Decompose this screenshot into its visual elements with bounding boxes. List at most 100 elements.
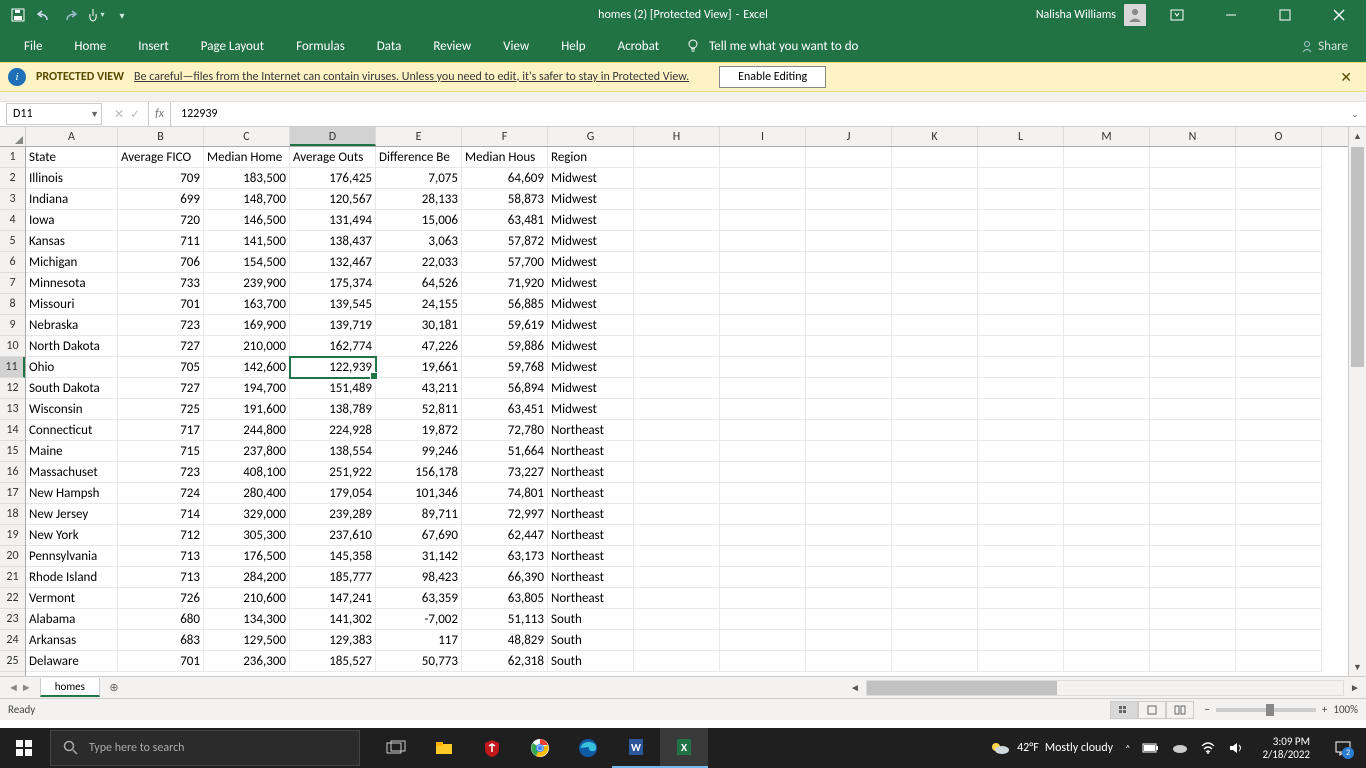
cell[interactable] [1150,567,1236,588]
cell[interactable] [1150,630,1236,651]
cell[interactable]: New Jersey [26,504,118,525]
cell[interactable]: Alabama [26,609,118,630]
cell[interactable]: 59,768 [462,357,548,378]
fx-icon[interactable]: fx [149,102,171,126]
cell[interactable] [1064,189,1150,210]
cell[interactable] [978,483,1064,504]
cell[interactable]: 717 [118,420,204,441]
cell[interactable]: 52,811 [376,399,462,420]
cell[interactable]: 191,600 [204,399,290,420]
cell[interactable] [1064,609,1150,630]
cell[interactable]: 99,246 [376,441,462,462]
vscroll-thumb[interactable] [1351,147,1364,367]
row-header[interactable]: 17 [0,483,25,504]
cell[interactable] [1064,168,1150,189]
ribbon-tab-review[interactable]: Review [417,31,487,62]
cell[interactable] [1236,336,1322,357]
cell[interactable]: 134,300 [204,609,290,630]
cell[interactable] [1150,231,1236,252]
cell[interactable] [806,525,892,546]
cell[interactable]: 50,773 [376,651,462,672]
cell[interactable]: 31,142 [376,546,462,567]
hscroll-left-icon[interactable]: ◄ [846,681,864,694]
cell[interactable] [978,189,1064,210]
cell[interactable]: 715 [118,441,204,462]
cell[interactable]: 239,289 [290,504,376,525]
cell[interactable] [634,462,720,483]
cell[interactable]: 709 [118,168,204,189]
col-header-M[interactable]: M [1064,127,1150,146]
cell[interactable] [1236,441,1322,462]
cell[interactable] [1236,525,1322,546]
cell[interactable] [978,546,1064,567]
cell[interactable] [634,483,720,504]
cell[interactable] [1064,630,1150,651]
cell[interactable] [634,210,720,231]
sheet-nav-prev-icon[interactable]: ◄ [8,681,19,694]
cell[interactable] [806,567,892,588]
cell[interactable] [892,168,978,189]
cell[interactable] [1064,399,1150,420]
cell[interactable] [634,546,720,567]
cell[interactable] [892,231,978,252]
ribbon-tab-help[interactable]: Help [545,31,601,62]
cell[interactable]: 47,226 [376,336,462,357]
chrome-icon[interactable] [516,728,564,768]
cell[interactable]: Rhode Island [26,567,118,588]
cell[interactable] [892,567,978,588]
cell[interactable] [1064,651,1150,672]
row-header[interactable]: 2 [0,168,25,189]
cell[interactable]: 64,609 [462,168,548,189]
cell[interactable]: 30,181 [376,315,462,336]
cell[interactable]: 711 [118,231,204,252]
cell[interactable] [1064,525,1150,546]
horizontal-scrollbar[interactable]: ◄ ► [846,680,1366,696]
cell[interactable] [1064,336,1150,357]
cell[interactable]: 122,939 [290,357,376,378]
cell[interactable] [1236,168,1322,189]
cell[interactable]: 284,200 [204,567,290,588]
cell[interactable] [720,273,806,294]
cell[interactable]: Delaware [26,651,118,672]
row-header[interactable]: 4 [0,210,25,231]
cell[interactable]: 169,900 [204,315,290,336]
cell[interactable] [1150,609,1236,630]
cell[interactable]: 72,997 [462,504,548,525]
cell[interactable]: Northeast [548,546,634,567]
cell[interactable] [1236,483,1322,504]
cell[interactable]: 3,063 [376,231,462,252]
cell[interactable]: 63,481 [462,210,548,231]
cell[interactable] [806,420,892,441]
start-button[interactable] [0,728,48,768]
wifi-icon[interactable] [1200,741,1216,755]
cell[interactable]: 15,006 [376,210,462,231]
cell[interactable] [720,399,806,420]
cell[interactable]: 713 [118,546,204,567]
cell[interactable] [806,462,892,483]
col-header-N[interactable]: N [1150,127,1236,146]
cell[interactable]: Midwest [548,189,634,210]
cell[interactable]: 98,423 [376,567,462,588]
cell[interactable] [1064,252,1150,273]
cell[interactable]: Midwest [548,315,634,336]
zoom-out-button[interactable]: − [1204,703,1209,716]
cell[interactable] [978,294,1064,315]
cell[interactable] [634,504,720,525]
cell[interactable] [806,441,892,462]
cell[interactable] [1064,231,1150,252]
minimize-button[interactable] [1208,0,1254,30]
cell[interactable]: Midwest [548,378,634,399]
ribbon-options-icon[interactable] [1154,0,1200,30]
cell[interactable]: Northeast [548,441,634,462]
cell[interactable] [1150,315,1236,336]
cell[interactable] [978,462,1064,483]
cell[interactable] [1064,546,1150,567]
cell[interactable] [720,231,806,252]
cell[interactable] [1236,420,1322,441]
cell[interactable] [1064,483,1150,504]
protected-view-message[interactable]: Be careful—files from the Internet can c… [134,70,689,84]
cell[interactable] [1064,315,1150,336]
cell[interactable] [720,210,806,231]
zoom-level[interactable]: 100% [1333,703,1358,716]
cell[interactable] [720,546,806,567]
